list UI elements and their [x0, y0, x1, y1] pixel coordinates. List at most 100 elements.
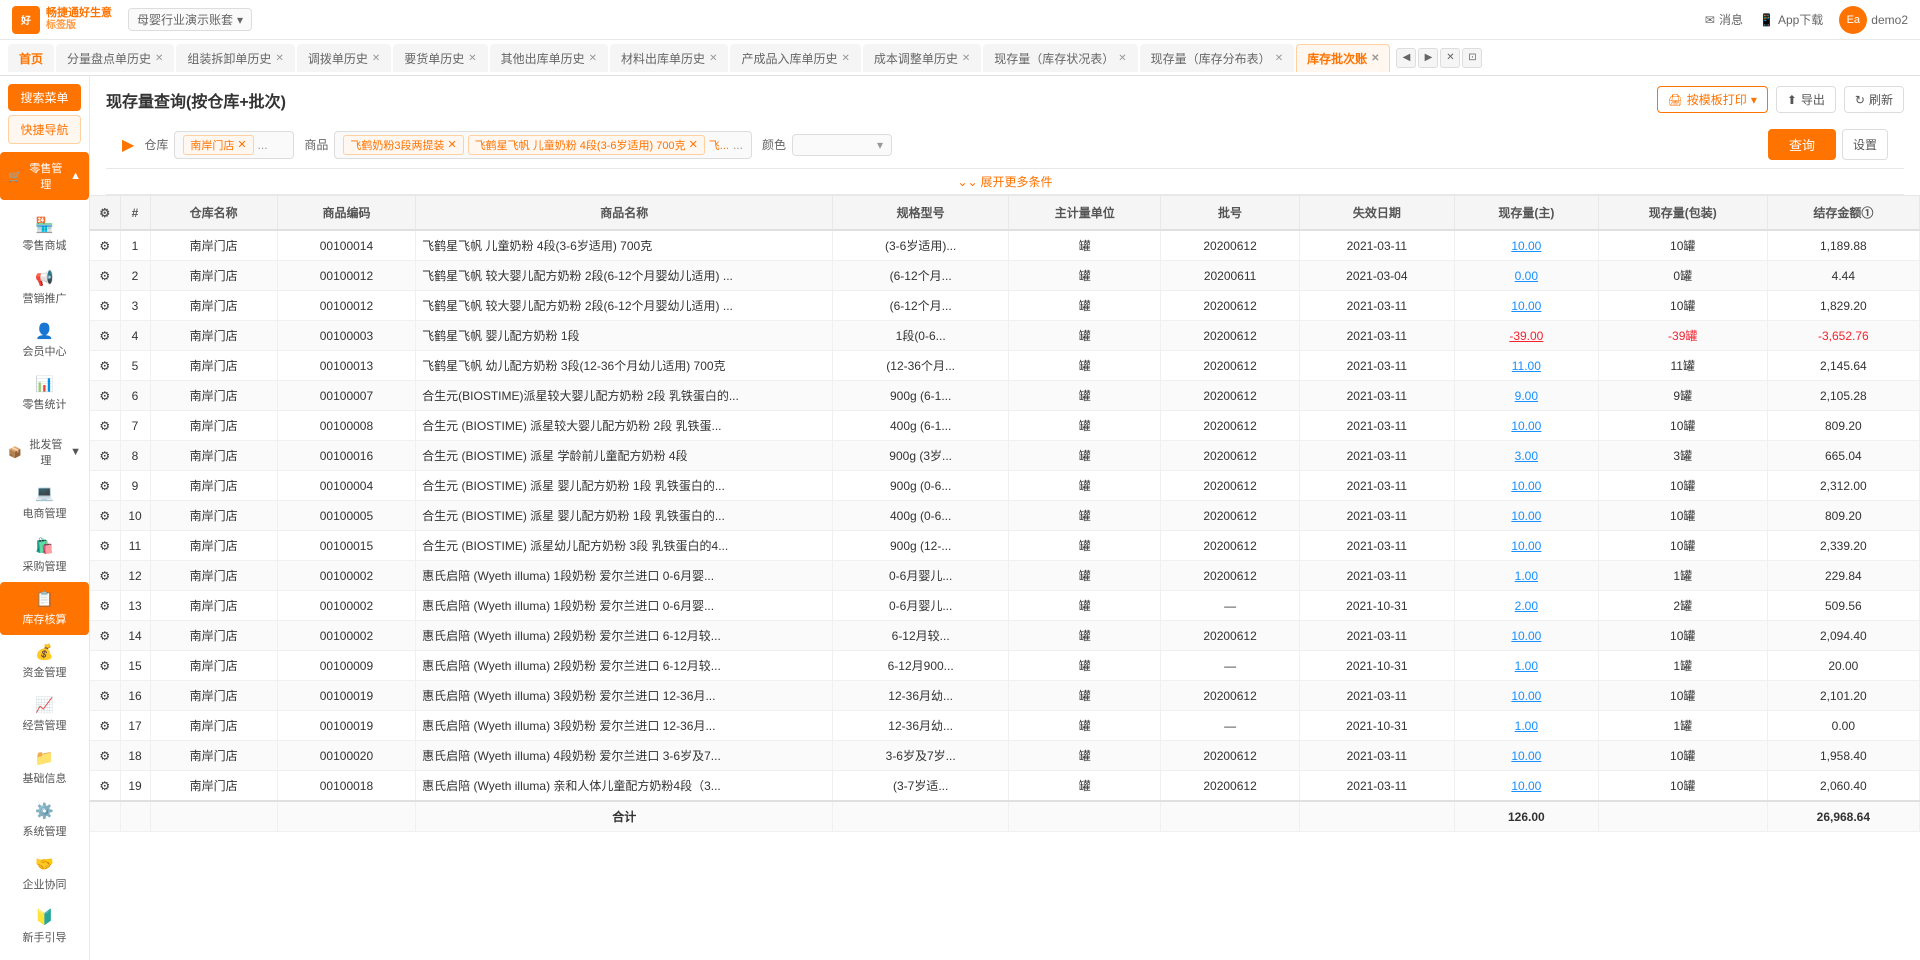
search-menu-btn[interactable]: 搜索菜单 [8, 84, 81, 111]
settings-cell[interactable]: ⚙ [90, 381, 120, 411]
cell-qty-main[interactable]: 10.00 [1454, 621, 1598, 651]
cell-qty-main[interactable]: 1.00 [1454, 651, 1598, 681]
sidebar-item-appcenter[interactable]: 🔲 应用中心 [0, 953, 89, 960]
settings-cell[interactable]: ⚙ [90, 531, 120, 561]
tab-qita[interactable]: 其他出库单历史 ✕ [490, 44, 608, 72]
product-input[interactable]: 飞鹤奶粉3段两提装 ✕ 飞鹤星飞帆 儿童奶粉 4段(3-6岁适用) 700克 ✕… [334, 131, 752, 159]
message-btn[interactable]: ✉ 消息 [1705, 11, 1743, 28]
settings-btn[interactable]: 设置 [1842, 129, 1888, 160]
close-icon[interactable]: ✕ [1118, 53, 1126, 64]
close-icon[interactable]: ✕ [709, 53, 717, 64]
close-icon[interactable]: ✕ [468, 53, 476, 64]
cell-qty-main[interactable]: 9.00 [1454, 381, 1598, 411]
sidebar-item-operations[interactable]: 📈 经营管理 [0, 688, 89, 741]
cell-qty-main[interactable]: 10.00 [1454, 771, 1598, 802]
tab-xian2[interactable]: 现存量（库存分布表） ✕ [1140, 44, 1294, 72]
sidebar-item-enterprise[interactable]: 🤝 企业协同 [0, 847, 89, 900]
settings-cell[interactable]: ⚙ [90, 261, 120, 291]
close-icon[interactable]: ✕ [275, 53, 283, 64]
color-input[interactable]: ▾ [792, 134, 892, 156]
sidebar-item-retail-stats[interactable]: 📊 零售统计 [0, 367, 89, 420]
close-icon[interactable]: ✕ [1371, 53, 1379, 64]
tab-cai[interactable]: 材料出库单历史 ✕ [610, 44, 728, 72]
settings-cell[interactable]: ⚙ [90, 291, 120, 321]
sidebar-item-ecommerce[interactable]: 💻 电商管理 [0, 476, 89, 529]
tab-cheng[interactable]: 成本调整单历史 ✕ [863, 44, 981, 72]
cell-qty-main[interactable]: 3.00 [1454, 441, 1598, 471]
settings-cell[interactable]: ⚙ [90, 441, 120, 471]
app-download-btn[interactable]: 📱 App下载 [1759, 11, 1823, 28]
sidebar-item-newguide[interactable]: 🔰 新手引导 [0, 900, 89, 953]
close-icon[interactable]: ✕ [841, 53, 849, 64]
expand-more-btn[interactable]: ⌄⌄ 展开更多条件 [957, 173, 1052, 190]
settings-cell[interactable]: ⚙ [90, 741, 120, 771]
tab-yao[interactable]: 要货单历史 ✕ [393, 44, 487, 72]
settings-cell[interactable]: ⚙ [90, 471, 120, 501]
settings-cell[interactable]: ⚙ [90, 771, 120, 802]
settings-cell[interactable]: ⚙ [90, 591, 120, 621]
close-icon[interactable]: ✕ [589, 53, 597, 64]
tab-home[interactable]: 首页 [8, 44, 54, 72]
cell-qty-main[interactable]: 10.00 [1454, 411, 1598, 441]
template-print-btn[interactable]: 🖨 按模板打印 ▾ [1657, 86, 1768, 113]
tab-more-btn[interactable]: ⊡ [1462, 48, 1482, 68]
remove-product-tag-2[interactable]: ✕ [689, 138, 698, 151]
sidebar-item-basics[interactable]: 📁 基础信息 [0, 741, 89, 794]
sidebar-item-member[interactable]: 👤 会员中心 [0, 314, 89, 367]
sidebar-item-system[interactable]: ⚙️ 系统管理 [0, 794, 89, 847]
settings-cell[interactable]: ⚙ [90, 411, 120, 441]
query-btn[interactable]: 查询 [1768, 129, 1836, 160]
expand-toggle-btn[interactable]: ▶ [122, 135, 134, 155]
tab-prev-btn[interactable]: ◀ [1396, 48, 1416, 68]
cell-qty-main[interactable]: 10.00 [1454, 681, 1598, 711]
settings-cell[interactable]: ⚙ [90, 351, 120, 381]
tab-zu[interactable]: 组装拆卸单历史 ✕ [176, 44, 294, 72]
sidebar-item-marketing[interactable]: 📢 营销推广 [0, 261, 89, 314]
sidebar-item-purchase[interactable]: 🛍️ 采购管理 [0, 529, 89, 582]
cell-qty-main[interactable]: 11.00 [1454, 351, 1598, 381]
settings-cell[interactable]: ⚙ [90, 501, 120, 531]
cell-qty-main[interactable]: 0.00 [1454, 261, 1598, 291]
cell-qty-main[interactable]: 10.00 [1454, 471, 1598, 501]
tab-close-btn[interactable]: ✕ [1440, 48, 1460, 68]
settings-cell[interactable]: ⚙ [90, 681, 120, 711]
cell-qty-main[interactable]: 1.00 [1454, 711, 1598, 741]
workspace-selector[interactable]: 母婴行业演示账套 ▾ [128, 8, 252, 31]
settings-cell[interactable]: ⚙ [90, 561, 120, 591]
cell-qty-main[interactable]: -39.00 [1454, 321, 1598, 351]
cell-qty-main[interactable]: 2.00 [1454, 591, 1598, 621]
cell-qty-main[interactable]: 10.00 [1454, 741, 1598, 771]
settings-cell[interactable]: ⚙ [90, 621, 120, 651]
cell-qty-main[interactable]: 10.00 [1454, 291, 1598, 321]
cell-qty-main[interactable]: 10.00 [1454, 501, 1598, 531]
cell-qty-main[interactable]: 10.00 [1454, 531, 1598, 561]
tab-fen[interactable]: 分量盘点单历史 ✕ [56, 44, 174, 72]
sidebar-item-retail-store[interactable]: 🏪 零售商城 [0, 208, 89, 261]
settings-cell[interactable]: ⚙ [90, 711, 120, 741]
sidebar-item-retail-mgmt[interactable]: 🛒 零售管理 ▲ [0, 152, 89, 200]
sidebar-item-finance[interactable]: 💰 资金管理 [0, 635, 89, 688]
sidebar-item-wholesale[interactable]: 📦 批发管理 ▼ [0, 428, 89, 476]
export-btn[interactable]: ⬆ 导出 [1776, 86, 1836, 113]
tab-next-btn[interactable]: ▶ [1418, 48, 1438, 68]
close-icon[interactable]: ✕ [962, 53, 970, 64]
settings-cell[interactable]: ⚙ [90, 651, 120, 681]
tab-xian1[interactable]: 现存量（库存状况表） ✕ [983, 44, 1137, 72]
refresh-btn[interactable]: ↻ 刷新 [1844, 86, 1904, 113]
remove-product-tag-1[interactable]: ✕ [447, 138, 456, 151]
settings-col-header[interactable]: ⚙ [90, 196, 120, 230]
settings-cell[interactable]: ⚙ [90, 230, 120, 261]
close-icon[interactable]: ✕ [372, 53, 380, 64]
cell-qty-main[interactable]: 1.00 [1454, 561, 1598, 591]
settings-cell[interactable]: ⚙ [90, 321, 120, 351]
close-icon[interactable]: ✕ [1275, 53, 1283, 64]
tab-chan[interactable]: 产成品入库单历史 ✕ [730, 44, 860, 72]
tab-tiao[interactable]: 调拨单历史 ✕ [297, 44, 391, 72]
tab-kupi[interactable]: 库存批次账 ✕ [1296, 44, 1390, 72]
warehouse-input[interactable]: 南岸门店 ✕ ... [174, 131, 294, 159]
cell-qty-main[interactable]: 10.00 [1454, 230, 1598, 261]
close-icon[interactable]: ✕ [155, 53, 163, 64]
quick-nav-btn[interactable]: 快捷导航 [8, 115, 81, 144]
user-area[interactable]: Ea demo2 [1839, 6, 1908, 34]
remove-warehouse-tag[interactable]: ✕ [237, 138, 246, 151]
